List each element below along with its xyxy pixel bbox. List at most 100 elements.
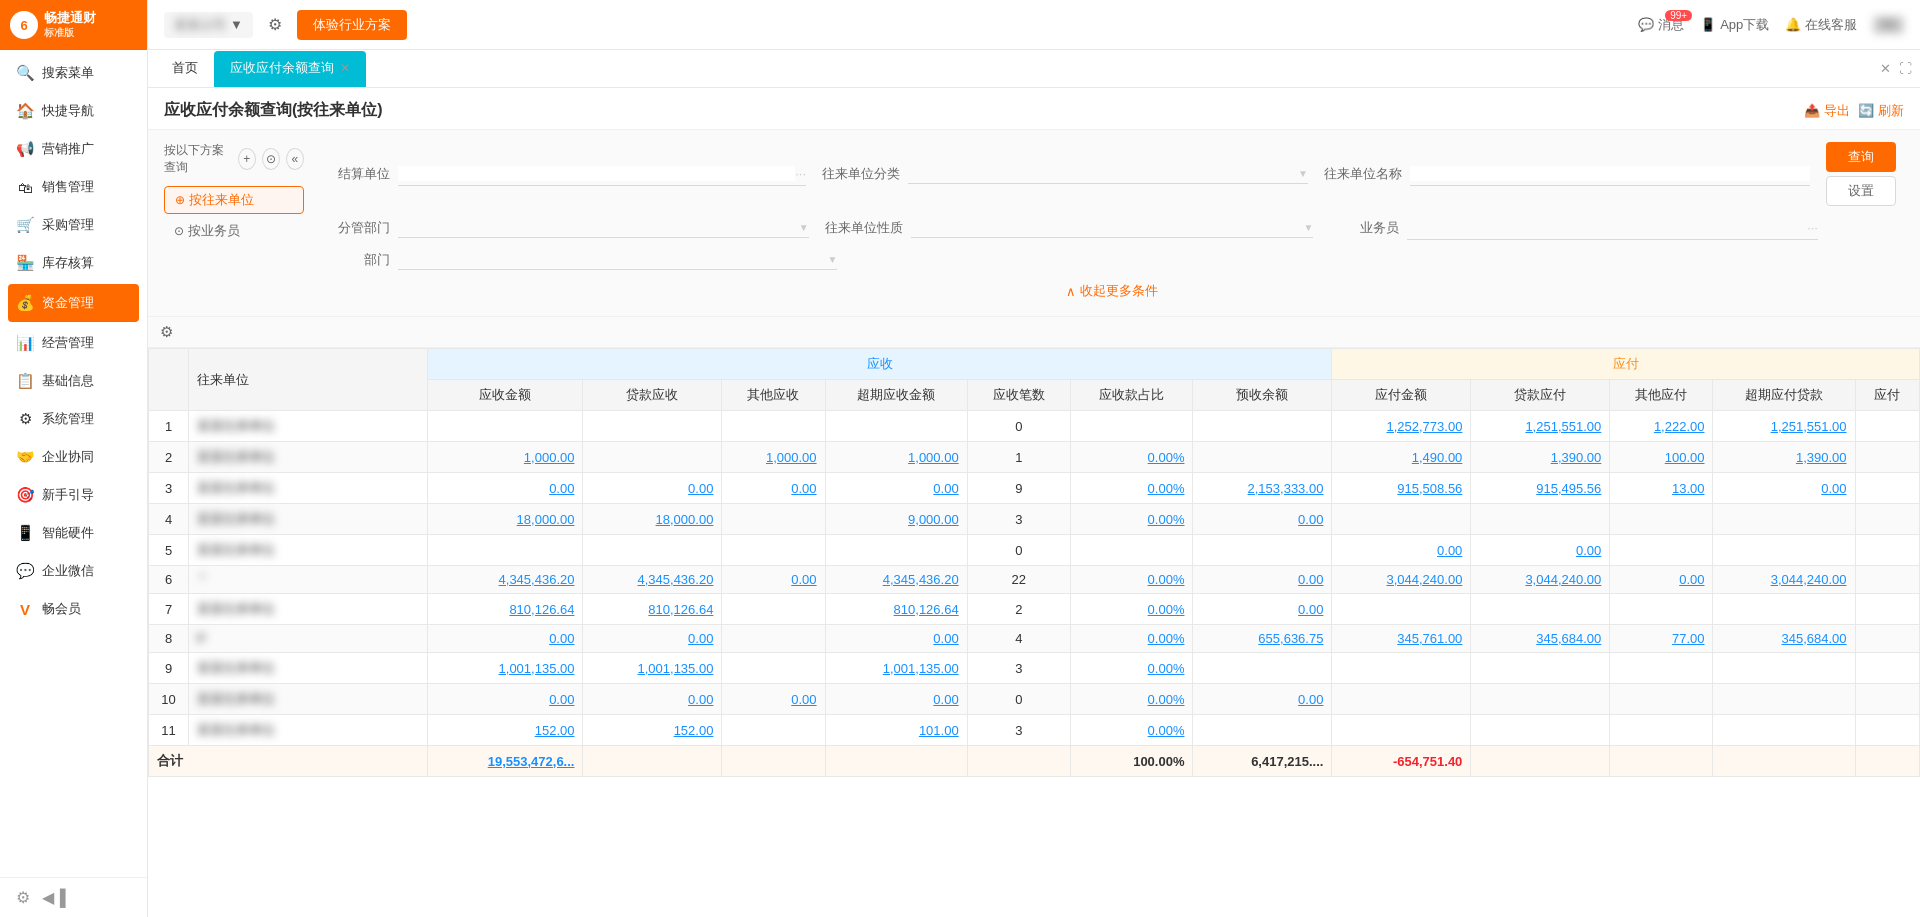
cell-ar-ratio bbox=[1070, 535, 1193, 566]
close-window-icon[interactable]: ✕ bbox=[1880, 61, 1891, 76]
footer-ar-amount: 19,553,472,6... bbox=[428, 746, 583, 777]
sidebar-item-member[interactable]: V 畅会员 bbox=[0, 590, 147, 628]
col-ar-overdue-header: 超期应收金额 bbox=[825, 380, 967, 411]
cell-ar-overdue: 0.00 bbox=[825, 625, 967, 653]
cell-ar-ratio: 0.00% bbox=[1070, 625, 1193, 653]
maximize-icon[interactable]: ⛶ bbox=[1899, 61, 1912, 76]
cell-ap-amount bbox=[1332, 715, 1471, 746]
cell-ap-overdue: 1,251,551.00 bbox=[1713, 411, 1855, 442]
query-button[interactable]: 查询 bbox=[1826, 142, 1896, 172]
sidebar-item-collab[interactable]: 🤝 企业协同 bbox=[0, 438, 147, 476]
message-icon: 💬 bbox=[1638, 17, 1654, 32]
cell-ap-loan: 1,390.00 bbox=[1471, 442, 1610, 473]
footer-ar-ratio: 100.00% bbox=[1070, 746, 1193, 777]
cell-ar-ratio: 0.00% bbox=[1070, 684, 1193, 715]
cell-ar-count: 0 bbox=[967, 684, 1070, 715]
inventory-icon: 🏪 bbox=[16, 254, 34, 272]
table-container[interactable]: 往来单位 应收 应付 应收金额 贷款应收 其他应收 超期应收金额 应收笔数 应收… bbox=[148, 348, 1920, 917]
filter-nav-by-partner[interactable]: ⊕ 按往来单位 bbox=[164, 186, 304, 214]
partner-name-input[interactable] bbox=[1410, 166, 1810, 181]
scheme-add-button[interactable]: + bbox=[238, 148, 256, 170]
sidebar-item-label: 企业协同 bbox=[42, 448, 94, 466]
sidebar-item-system[interactable]: ⚙ 系统管理 bbox=[0, 400, 147, 438]
cell-ap-other: 77.00 bbox=[1610, 625, 1713, 653]
filter-nav-by-salesman[interactable]: ⊙ 按业务员 bbox=[164, 218, 304, 244]
tab-close-icon[interactable]: ✕ bbox=[340, 61, 350, 75]
table-row: 4某某往来单位18,000.0018,000.009,000.0030.00%0… bbox=[149, 504, 1920, 535]
cell-partner: P bbox=[189, 625, 428, 653]
search-icon: 🔍 bbox=[16, 64, 34, 82]
collapse-filter-button[interactable]: ∧ 收起更多条件 bbox=[1066, 278, 1158, 304]
chevron-down-cat-icon: ▼ bbox=[1298, 168, 1308, 179]
col-no-header bbox=[149, 349, 189, 411]
cell-ar-ratio: 0.00% bbox=[1070, 473, 1193, 504]
scheme-label: 按以下方案查询 bbox=[164, 142, 232, 176]
export-icon: 📤 bbox=[1804, 103, 1820, 118]
cell-ar-overdue: 1,001,135.00 bbox=[825, 653, 967, 684]
table-footer-row: 合计 19,553,472,6... 100.00% 6,417,215....… bbox=[149, 746, 1920, 777]
company-selector[interactable]: 某某公司 ▼ bbox=[164, 12, 253, 38]
cell-ap-loan bbox=[1471, 653, 1610, 684]
cell-prepaid: 655,636.75 bbox=[1193, 625, 1332, 653]
sidebar-item-label: 畅会员 bbox=[42, 600, 81, 618]
online-service-button[interactable]: 🔔 在线客服 bbox=[1785, 16, 1857, 34]
sidebar-item-wechat[interactable]: 💬 企业微信 bbox=[0, 552, 147, 590]
cell-ar-overdue: 810,126.64 bbox=[825, 594, 967, 625]
cell-ap-amount: 915,508.56 bbox=[1332, 473, 1471, 504]
sidebar-item-hardware[interactable]: 📱 智能硬件 bbox=[0, 514, 147, 552]
sidebar-item-search[interactable]: 🔍 搜索菜单 bbox=[0, 54, 147, 92]
dots-icon-2: ··· bbox=[1807, 220, 1818, 235]
footer-ap-more bbox=[1855, 746, 1919, 777]
cell-ar-loan: 810,126.64 bbox=[583, 594, 722, 625]
tab-home[interactable]: 首页 bbox=[156, 51, 214, 87]
table-row: 6⌃4,345,436.204,345,436.200.004,345,436.… bbox=[149, 566, 1920, 594]
settings-bottom-icon[interactable]: ⚙ bbox=[16, 888, 30, 907]
sidebar-item-operation[interactable]: 📊 经营管理 bbox=[0, 324, 147, 362]
sidebar-item-finance[interactable]: 💰 资金管理 bbox=[8, 284, 139, 322]
refresh-button[interactable]: 🔄 刷新 bbox=[1858, 102, 1904, 120]
cell-ap-more bbox=[1855, 473, 1919, 504]
cell-partner: 某某往来单位 bbox=[189, 473, 428, 504]
col-ar-group-header: 应收 bbox=[428, 349, 1332, 380]
dept-label: 部门 bbox=[320, 251, 390, 269]
sidebar-item-guide[interactable]: 🎯 新手引导 bbox=[0, 476, 147, 514]
sidebar-item-basic[interactable]: 📋 基础信息 bbox=[0, 362, 147, 400]
sidebar-item-quicknav[interactable]: 🏠 快捷导航 bbox=[0, 92, 147, 130]
col-ap-other-header: 其他应付 bbox=[1610, 380, 1713, 411]
col-ar-ratio-header: 应收款占比 bbox=[1070, 380, 1193, 411]
collapse-label: 收起更多条件 bbox=[1080, 282, 1158, 300]
member-icon: V bbox=[16, 601, 34, 618]
scheme-settings-button[interactable]: ⊙ bbox=[262, 148, 280, 170]
dots-icon-1: ··· bbox=[795, 166, 806, 181]
settings-button[interactable]: 设置 bbox=[1826, 176, 1896, 206]
cell-ap-more bbox=[1855, 504, 1919, 535]
sidebar-item-purchase[interactable]: 🛒 采购管理 bbox=[0, 206, 147, 244]
basic-icon: 📋 bbox=[16, 372, 34, 390]
chevron-down-dept-icon: ▼ bbox=[799, 222, 809, 233]
solution-button[interactable]: 体验行业方案 bbox=[297, 10, 407, 40]
cell-ar-amount: 1,000.00 bbox=[428, 442, 583, 473]
scheme-collapse-button[interactable]: « bbox=[286, 148, 304, 170]
user-avatar-button[interactable]: Rit bbox=[1873, 16, 1904, 34]
cell-ap-other: 0.00 bbox=[1610, 566, 1713, 594]
service-icon: 🔔 bbox=[1785, 17, 1801, 32]
app-download-button[interactable]: 📱 App下载 bbox=[1700, 16, 1769, 34]
table-settings-icon[interactable]: ⚙ bbox=[160, 323, 173, 341]
collapse-bottom-icon[interactable]: ◀▐ bbox=[42, 888, 65, 907]
cell-ar-loan: 0.00 bbox=[583, 684, 722, 715]
export-button[interactable]: 📤 导出 bbox=[1804, 102, 1850, 120]
cell-ar-amount: 0.00 bbox=[428, 684, 583, 715]
sidebar-item-sales[interactable]: 🛍 销售管理 bbox=[0, 168, 147, 206]
settlement-unit-input[interactable] bbox=[398, 166, 795, 181]
cell-ar-ratio: 0.00% bbox=[1070, 653, 1193, 684]
cell-ap-amount bbox=[1332, 684, 1471, 715]
header-gear-button[interactable]: ⚙ bbox=[261, 11, 289, 39]
tab-query[interactable]: 应收应付余额查询 ✕ bbox=[214, 51, 366, 87]
cell-ar-other: 0.00 bbox=[722, 684, 825, 715]
sidebar-item-inventory[interactable]: 🏪 库存核算 bbox=[0, 244, 147, 282]
header-right: 💬 消息 99+ 📱 App下载 🔔 在线客服 Rit bbox=[1638, 16, 1904, 34]
sidebar-item-marketing[interactable]: 📢 营销推广 bbox=[0, 130, 147, 168]
message-button[interactable]: 💬 消息 99+ bbox=[1638, 16, 1684, 34]
cell-partner: 某某往来单位 bbox=[189, 535, 428, 566]
settlement-unit-field: 结算单位 ··· bbox=[320, 162, 806, 186]
